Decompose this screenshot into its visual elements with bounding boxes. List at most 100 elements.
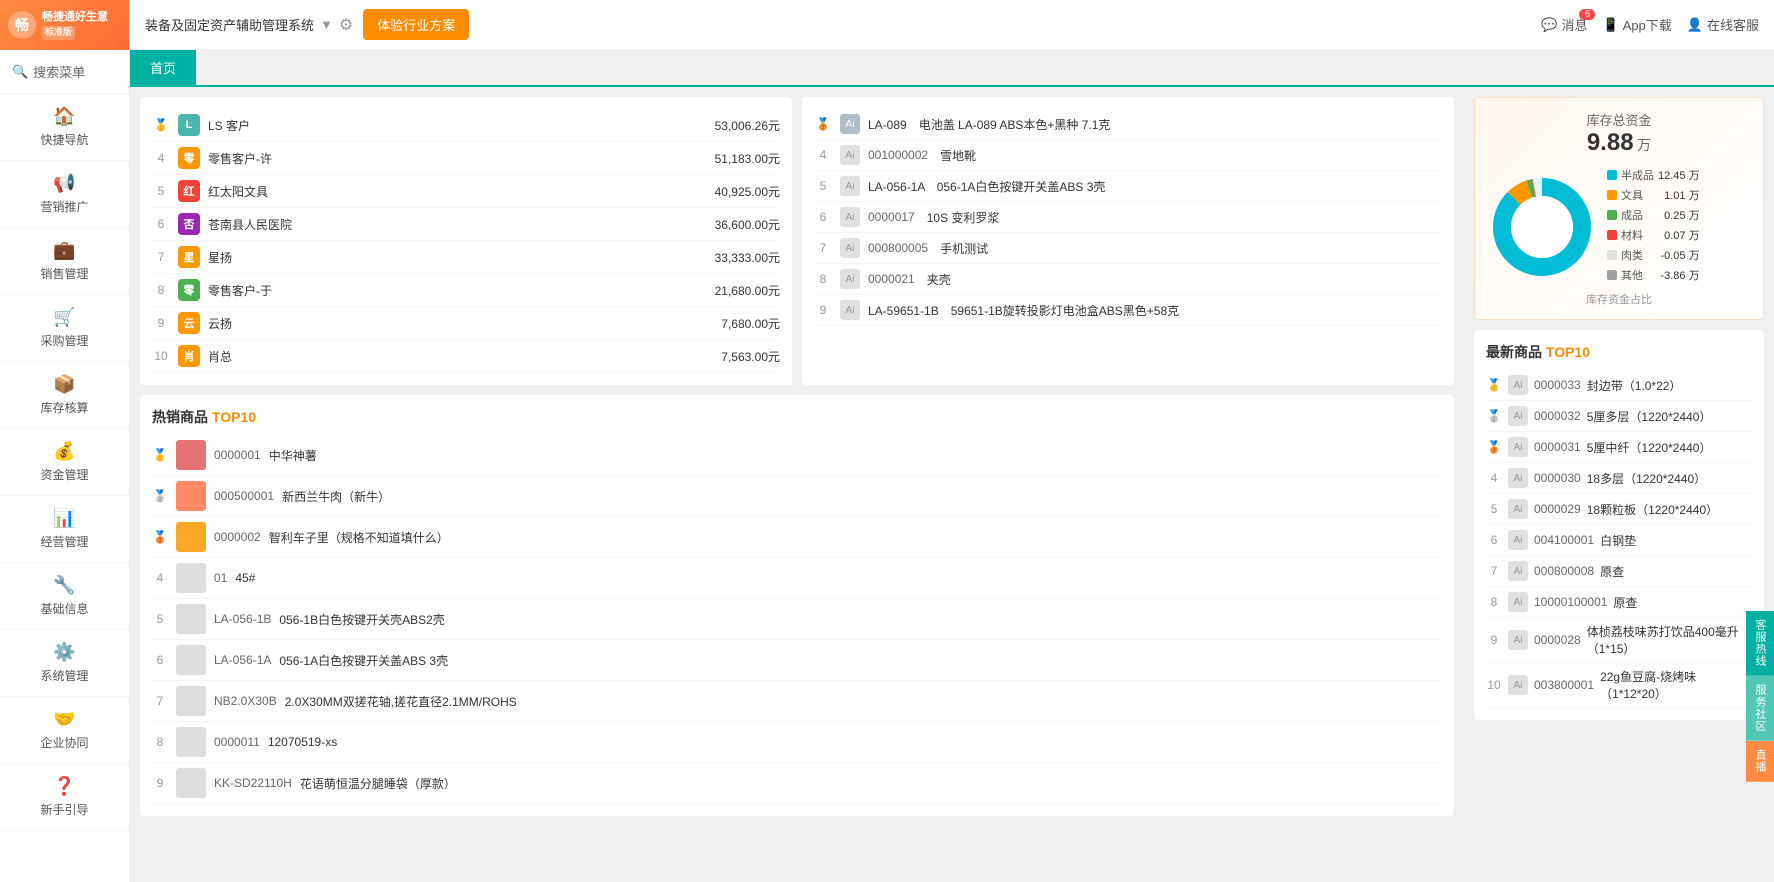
legend-dot-2 <box>1607 190 1617 200</box>
hot-code-6: LA-056-1A <box>214 653 271 667</box>
legend-value-3: 0.25 万 <box>1664 207 1699 223</box>
finance-icon: 💰 <box>53 441 75 462</box>
gear-icon[interactable]: ⚙ <box>339 15 353 35</box>
new-name-3: 5厘中纤（1220*2440） <box>1587 439 1752 456</box>
legend-item-2: 文具 1.01 万 <box>1607 187 1700 203</box>
legend-value-5: -0.05 万 <box>1660 247 1699 263</box>
service-label: 在线客服 <box>1707 15 1759 34</box>
app-download-button[interactable]: 📱 App下载 <box>1602 15 1671 34</box>
rank-num-8: 8 <box>152 283 170 297</box>
inventory-total: 库存总资金 9.88 万 <box>1487 110 1751 157</box>
enterprise-icon: 🤝 <box>53 709 75 730</box>
search-menu-button[interactable]: 🔍 搜索菜单 <box>8 58 121 85</box>
new-rank-7: 7 <box>1486 564 1502 578</box>
float-btn-community[interactable]: 服务社区 <box>1746 676 1774 741</box>
new-name-5: 18颗粒板（1220*2440） <box>1587 501 1752 518</box>
new-product-item: 8 Ai 10000100001 原查 <box>1486 587 1752 618</box>
product-code-7: 000800005 <box>868 241 928 255</box>
rank-num-9: 9 <box>152 316 170 330</box>
hot-image-7 <box>176 686 206 716</box>
sidebar-marketing-label: 营销推广 <box>40 198 88 215</box>
client-name-8: 肖总 <box>208 348 713 365</box>
hot-item: 🥉 0000002 智利车子里（规格不知道填什么） <box>152 517 1442 558</box>
legend-item-1: 半成品 12.45 万 <box>1607 167 1700 183</box>
rank-num-p4: 4 <box>814 148 832 162</box>
float-btn-service[interactable]: 客服热线 <box>1746 611 1774 676</box>
hot-image-1 <box>176 440 206 470</box>
basics-icon: 🔧 <box>53 575 75 596</box>
service-icon: 👤 <box>1687 17 1703 33</box>
hot-code-1: 0000001 <box>214 448 261 462</box>
trial-button[interactable]: 体验行业方案 <box>363 9 469 40</box>
product-name-7: 手机测试 <box>940 240 1442 257</box>
sidebar-logo: 畅 畅捷通好生意 标准版 <box>0 0 129 50</box>
sidebar-item-finance[interactable]: 💰 资金管理 <box>0 429 129 496</box>
hot-code-2: 000500001 <box>214 489 274 503</box>
new-product-item: 🥇 Ai 0000033 封边带（1.0*22） <box>1486 370 1752 401</box>
sales-icon: 💼 <box>53 240 75 261</box>
clients-rank-list: 🥇 L LS 客户 53,006.26元 4 零 零售客户-许 51,183.0… <box>152 109 780 373</box>
hot-code-8: 0000011 <box>214 735 260 749</box>
new-name-2: 5厘多层（1220*2440） <box>1587 408 1752 425</box>
rank-item: 5 Ai LA-056-1A 056-1A白色按键开关盖ABS 3壳 <box>814 171 1442 202</box>
client-amount-2: 51,183.00元 <box>715 150 780 167</box>
sidebar-item-purchase[interactable]: 🛒 采购管理 <box>0 295 129 362</box>
sidebar-item-guide[interactable]: ❓ 新手引导 <box>0 764 129 831</box>
management-icon: 📊 <box>53 508 75 529</box>
hot-name-6: 056-1A白色按键开关盖ABS 3壳 <box>279 652 1442 669</box>
new-product-icon-3: Ai <box>1508 437 1528 457</box>
client-badge-1: L <box>178 114 200 136</box>
client-name-6: 零售客户-于 <box>208 282 707 299</box>
message-badge: 6 <box>1579 9 1595 20</box>
marketing-icon: 📢 <box>53 173 75 194</box>
sidebar-item-marketing[interactable]: 📢 营销推广 <box>0 161 129 228</box>
float-btn-live[interactable]: 直播 <box>1746 741 1774 782</box>
service-button[interactable]: 👤 在线客服 <box>1687 15 1759 34</box>
product-name-5: LA-056-1A 056-1A白色按键开关盖ABS 3壳 <box>868 178 1442 195</box>
new-product-icon-4: Ai <box>1508 468 1528 488</box>
sidebar-item-inventory[interactable]: 📦 库存核算 <box>0 362 129 429</box>
inventory-amount: 9.88 <box>1587 129 1634 156</box>
product-rank-right-list: 🥉 Ai LA-089 电池盖 LA-089 ABS本色+黑种 7.1克 4 A… <box>814 109 1442 326</box>
inventory-unit: 万 <box>1637 137 1651 153</box>
hot-item: 6 LA-056-1A 056-1A白色按键开关盖ABS 3壳 <box>152 640 1442 681</box>
legend-label-2: 文具 <box>1621 187 1660 203</box>
sidebar-item-enterprise[interactable]: 🤝 企业协同 <box>0 697 129 764</box>
message-button[interactable]: 💬 消息 6 <box>1541 15 1587 34</box>
new-rank-3: 🥉 <box>1486 440 1502 454</box>
hot-image-9 <box>176 768 206 798</box>
hot-item: 🥇 0000001 中华神薯 <box>152 435 1442 476</box>
sidebar: 畅 畅捷通好生意 标准版 🔍 搜索菜单 🏠 快捷导航 📢 营销推广 💼 销售管理… <box>0 0 130 882</box>
client-badge-3: 红 <box>178 180 200 202</box>
rank-num-p8: 8 <box>814 272 832 286</box>
hot-code-4: 01 <box>214 571 227 585</box>
hot-name-3: 智利车子里（规格不知道填什么） <box>269 529 1442 546</box>
sidebar-item-system[interactable]: ⚙️ 系统管理 <box>0 630 129 697</box>
rank-item: 8 Ai 0000021 夹壳 <box>814 264 1442 295</box>
main-area: 装备及固定资产辅助管理系统 ▼ ⚙ 体验行业方案 💬 消息 6 📱 App下载 … <box>130 0 1774 882</box>
sidebar-item-basics[interactable]: 🔧 基础信息 <box>0 563 129 630</box>
new-products-title: 最新商品 TOP10 <box>1486 342 1752 362</box>
inventory-card: 库存总资金 9.88 万 <box>1474 97 1764 320</box>
rank-item: 7 Ai 000800005 手机测试 <box>814 233 1442 264</box>
new-product-item: 🥈 Ai 0000032 5厘多层（1220*2440） <box>1486 401 1752 432</box>
new-code-4: 0000030 <box>1534 471 1581 485</box>
client-amount-4: 36,600.00元 <box>715 216 780 233</box>
client-name-1: LS 客户 <box>208 117 707 134</box>
client-amount-1: 53,006.26元 <box>715 117 780 134</box>
sidebar-item-home[interactable]: 🏠 快捷导航 <box>0 94 129 161</box>
new-product-item: 🥉 Ai 0000031 5厘中纤（1220*2440） <box>1486 432 1752 463</box>
logo-icon: 畅 <box>8 11 36 39</box>
sidebar-item-sales[interactable]: 💼 销售管理 <box>0 228 129 295</box>
sidebar-item-management[interactable]: 📊 经营管理 <box>0 496 129 563</box>
hot-item: 🥈 000500001 新西兰牛肉（新牛） <box>152 476 1442 517</box>
dropdown-icon[interactable]: ▼ <box>320 17 333 32</box>
product-icon: Ai <box>840 207 860 227</box>
product-icon: Ai <box>840 238 860 258</box>
legend-dot-4 <box>1607 230 1617 240</box>
tab-home[interactable]: 首页 <box>130 50 196 85</box>
sidebar-nav: 🏠 快捷导航 📢 营销推广 💼 销售管理 🛒 采购管理 📦 库存核算 💰 资金管… <box>0 94 129 882</box>
rank-medal-3: 🥉 <box>814 117 832 131</box>
legend-dot-5 <box>1607 250 1617 260</box>
legend-dot-1 <box>1607 170 1617 180</box>
